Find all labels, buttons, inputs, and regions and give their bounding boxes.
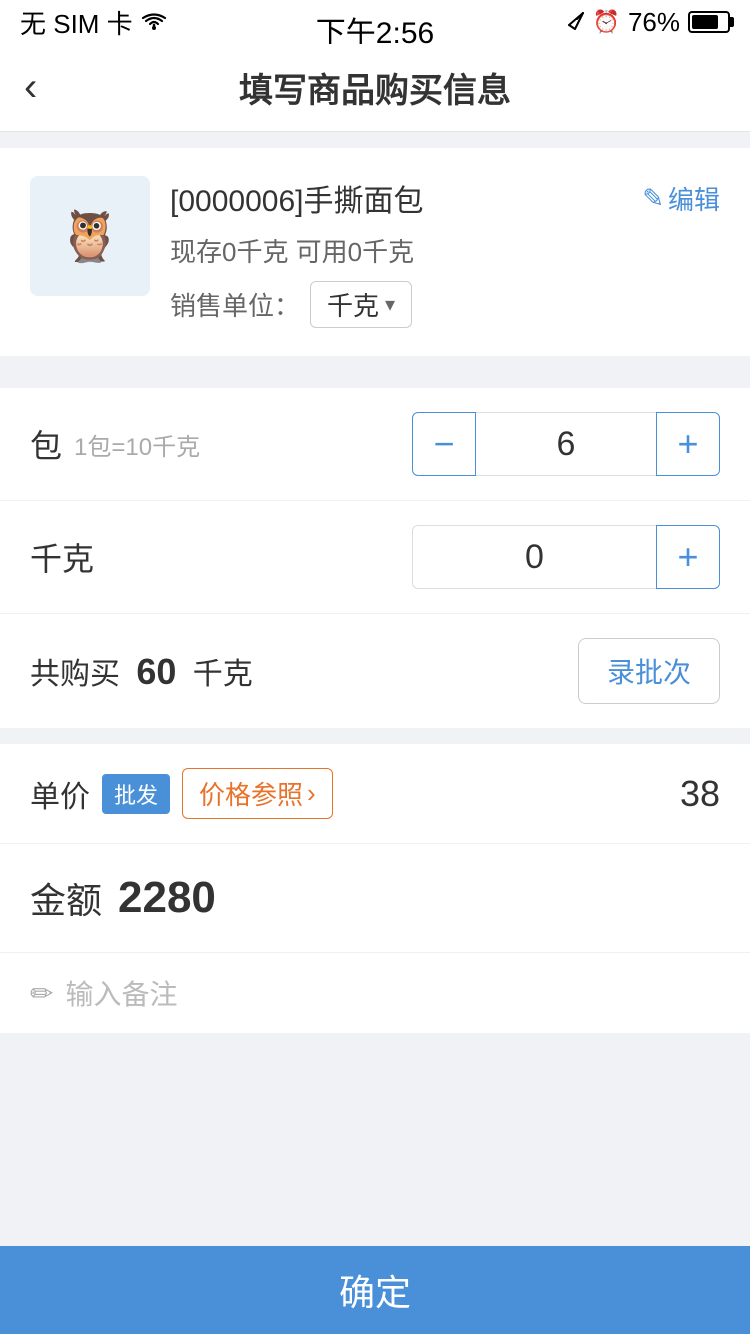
section-divider-1 bbox=[0, 356, 750, 372]
bag-qty-control: − + bbox=[412, 412, 720, 476]
bag-label: 包 1包=10千克 bbox=[30, 421, 200, 467]
product-logo-icon: 🦉 bbox=[59, 207, 121, 266]
section-divider-2 bbox=[0, 728, 750, 744]
total-row: 共购买 60 千克 录批次 bbox=[0, 613, 750, 728]
status-right: ⏰ 76% bbox=[567, 7, 730, 38]
amount-section: 金额 2280 ✏ 输入备注 bbox=[0, 844, 750, 1033]
unit-label: 销售单位： bbox=[170, 286, 300, 323]
bag-qty-input[interactable] bbox=[476, 412, 656, 476]
chevron-down-icon: ▾ bbox=[385, 292, 395, 317]
product-info: [0000006]手撕面包 ✎ 编辑 现存0千克 可用0千克 销售单位： 千克 … bbox=[170, 176, 720, 328]
price-ref-button[interactable]: 价格参照 › bbox=[182, 768, 333, 819]
location-icon bbox=[567, 7, 585, 38]
status-left: 无 SIM 卡 bbox=[20, 4, 167, 41]
wifi-icon bbox=[141, 7, 167, 38]
edit-button[interactable]: ✎ 编辑 bbox=[642, 180, 720, 217]
bag-minus-button[interactable]: − bbox=[412, 412, 476, 476]
edit-icon: ✎ bbox=[642, 183, 664, 214]
bag-hint: 1包=10千克 bbox=[74, 427, 200, 462]
amount-row: 金额 2280 bbox=[0, 844, 750, 952]
carrier-text: 无 SIM 卡 bbox=[20, 4, 133, 41]
bag-plus-button[interactable]: + bbox=[656, 412, 720, 476]
amount-value: 2280 bbox=[118, 873, 216, 923]
remark-placeholder: 输入备注 bbox=[65, 973, 177, 1013]
kg-plus-button[interactable]: + bbox=[656, 525, 720, 589]
bag-row: 包 1包=10千克 − + bbox=[0, 388, 750, 501]
kg-label: 千克 bbox=[30, 534, 94, 580]
product-stock: 现存0千克 可用0千克 bbox=[170, 232, 720, 269]
quantity-section: 包 1包=10千克 − + 千克 + 共购买 60 千克 录批次 bbox=[0, 388, 750, 728]
unit-select[interactable]: 千克 ▾ bbox=[310, 281, 412, 328]
kg-qty-input[interactable] bbox=[412, 525, 656, 589]
price-value: 38 bbox=[680, 773, 720, 815]
price-row: 单价 批发 价格参照 › 38 bbox=[0, 744, 750, 844]
product-card: 🦉 [0000006]手撕面包 ✎ 编辑 现存0千克 可用0千克 销售单位： 千… bbox=[0, 148, 750, 356]
product-name: [0000006]手撕面包 bbox=[170, 176, 423, 220]
back-button[interactable]: ‹ bbox=[24, 65, 37, 110]
batch-button[interactable]: 录批次 bbox=[578, 638, 720, 704]
confirm-button[interactable]: 确定 bbox=[0, 1246, 750, 1334]
chevron-right-icon: › bbox=[307, 778, 316, 809]
price-label: 单价 批发 价格参照 › bbox=[30, 768, 333, 819]
page-title: 填写商品购买信息 bbox=[239, 63, 511, 112]
amount-label: 金额 bbox=[30, 872, 102, 924]
pencil-icon: ✏ bbox=[30, 977, 53, 1010]
alarm-icon: ⏰ bbox=[593, 9, 620, 35]
price-section: 单价 批发 价格参照 › 38 bbox=[0, 744, 750, 844]
remark-row[interactable]: ✏ 输入备注 bbox=[0, 952, 750, 1033]
kg-row: 千克 + bbox=[0, 501, 750, 613]
total-text: 共购买 60 千克 bbox=[30, 649, 253, 693]
nav-bar: ‹ 填写商品购买信息 bbox=[0, 44, 750, 132]
battery-pct: 76% bbox=[628, 7, 680, 38]
kg-qty-control: + bbox=[412, 525, 720, 589]
price-badge: 批发 bbox=[102, 774, 170, 814]
product-image: 🦉 bbox=[30, 176, 150, 296]
product-unit-row: 销售单位： 千克 ▾ bbox=[170, 281, 720, 328]
battery-icon bbox=[688, 11, 730, 33]
status-bar: 无 SIM 卡 下午2:56 ⏰ 76% bbox=[0, 0, 750, 44]
